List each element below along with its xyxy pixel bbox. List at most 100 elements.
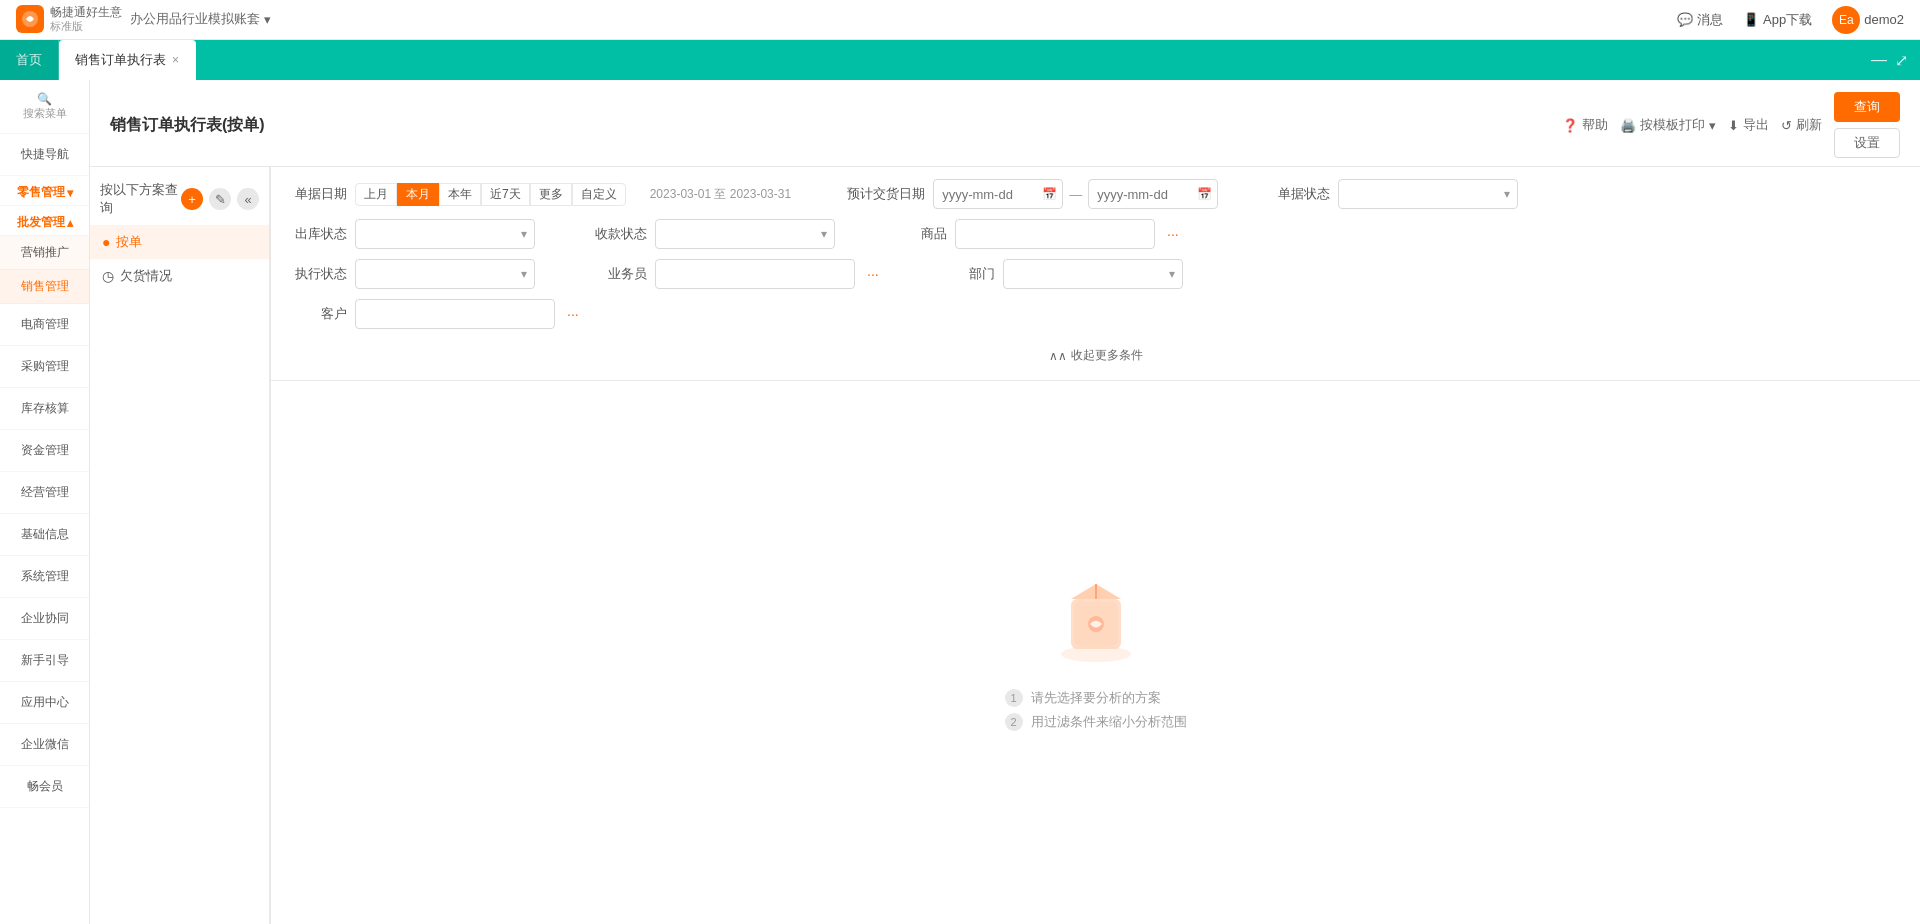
receipt-select[interactable]: 全部 未收款 部分收款 完全收款 <box>655 219 835 249</box>
help-label: 帮助 <box>1582 116 1608 134</box>
expected-date-label: 预计交货日期 <box>847 185 925 203</box>
top-bar: 畅捷通好生意 标准版 办公用品行业模拟账套 ▾ 💬 消息 📱 App下载 Ea <box>0 0 1920 40</box>
tab-home[interactable]: 首页 <box>0 40 59 80</box>
collapse-scheme-btn[interactable]: « <box>237 188 259 210</box>
outbound-select[interactable]: 全部 未出库 部分出库 完全出库 <box>355 219 535 249</box>
print-icon: 🖨️ <box>1620 118 1636 133</box>
refresh-btn[interactable]: ↺ 刷新 <box>1781 116 1822 134</box>
expected-date-from[interactable] <box>933 179 1063 209</box>
scheme-item-shortage[interactable]: ◷ 欠货情况 <box>90 259 269 293</box>
user-area[interactable]: Ea demo2 <box>1832 6 1904 34</box>
salesperson-ellipsis-btn[interactable]: ··· <box>863 266 883 282</box>
tip-num-2: 2 <box>1005 713 1023 731</box>
top-bar-right: 💬 消息 📱 App下载 Ea demo2 <box>1677 6 1904 34</box>
expected-date-from-wrapper <box>933 179 1063 209</box>
empty-state: 1 请先选择要分析的方案 2 用过滤条件来缩小分析范围 <box>271 381 1920 924</box>
sidebar-item-corp[interactable]: 企业协同 <box>0 598 89 640</box>
sidebar-item-sales[interactable]: 销售管理 <box>0 270 89 304</box>
date-range-text: 2023-03-01 至 2023-03-31 <box>650 187 791 201</box>
department-select[interactable] <box>1003 259 1183 289</box>
page-area: 销售订单执行表(按单) ❓ 帮助 🖨️ 按模板打印 ▾ ⬇ 导出 <box>90 80 1920 924</box>
tab-actions: — ⤢ <box>1859 51 1920 70</box>
sidebar-item-inventory[interactable]: 库存核算 <box>0 388 89 430</box>
tab-maximize-btn[interactable]: ⤢ <box>1895 51 1908 70</box>
date-separator: — <box>1069 187 1082 202</box>
export-btn[interactable]: ⬇ 导出 <box>1728 116 1769 134</box>
wechat-label: 企业微信 <box>21 737 69 751</box>
settings-button[interactable]: 设置 <box>1834 128 1900 158</box>
inventory-label: 库存核算 <box>21 401 69 415</box>
help-btn[interactable]: ❓ 帮助 <box>1562 116 1608 134</box>
sidebar-item-ecommerce[interactable]: 电商管理 <box>0 304 89 346</box>
date-range-text-wrapper: 2023-03-01 至 2023-03-31 <box>650 186 791 203</box>
member-label: 畅会员 <box>27 779 63 793</box>
goods-ellipsis-btn[interactable]: ··· <box>1163 226 1183 242</box>
right-content: 单据日期 上月 本月 本年 近7天 更多 自定义 <box>271 167 1920 924</box>
main-content: 🔍 搜索菜单 快捷导航 零售管理 ▾ 批发管理 ▴ 营销推广 <box>0 80 1920 924</box>
date-label: 单据日期 <box>291 185 347 203</box>
scheme-item-order[interactable]: ● 按单 <box>90 225 269 259</box>
date-btn-7days[interactable]: 近7天 <box>481 183 530 206</box>
sidebar-retail[interactable]: 零售管理 ▾ <box>0 176 89 206</box>
tab-close-icon[interactable]: × <box>172 53 179 67</box>
avatar-text: Ea <box>1839 13 1854 27</box>
top-bar-left: 畅捷通好生意 标准版 办公用品行业模拟账套 ▾ <box>16 5 271 34</box>
tab-minimize-btn[interactable]: — <box>1871 51 1887 69</box>
sidebar-item-member[interactable]: 畅会员 <box>0 766 89 808</box>
scheme-order-icon: ● <box>102 234 110 250</box>
filter-execution: 执行状态 全部 执行中 已完成 <box>291 259 535 289</box>
execution-select[interactable]: 全部 执行中 已完成 <box>355 259 535 289</box>
sidebar-item-marketing[interactable]: 营销推广 <box>0 236 89 270</box>
sidebar-search-label: 搜索菜单 <box>4 106 85 121</box>
status-select[interactable]: 全部 待审核 已审核 已完成 已作废 <box>1338 179 1518 209</box>
salesperson-input[interactable] <box>655 259 855 289</box>
filter-outbound: 出库状态 全部 未出库 部分出库 完全出库 <box>291 219 535 249</box>
collapse-btn[interactable]: ∧∧ 收起更多条件 <box>1049 347 1143 364</box>
message-btn[interactable]: 💬 消息 <box>1677 11 1723 29</box>
logo-area: 畅捷通好生意 标准版 <box>16 5 122 34</box>
operation-label: 经营管理 <box>21 485 69 499</box>
query-button[interactable]: 查询 <box>1834 92 1900 122</box>
sidebar-item-system[interactable]: 系统管理 <box>0 556 89 598</box>
sidebar-wholesale[interactable]: 批发管理 ▴ <box>0 206 89 236</box>
sidebar-item-finance[interactable]: 资金管理 <box>0 430 89 472</box>
edit-scheme-btn[interactable]: ✎ <box>209 188 231 210</box>
tab-active[interactable]: 销售订单执行表 × <box>59 40 196 80</box>
sidebar-item-apps[interactable]: 应用中心 <box>0 682 89 724</box>
expected-date-to[interactable] <box>1088 179 1218 209</box>
print-btn[interactable]: 🖨️ 按模板打印 ▾ <box>1620 116 1716 134</box>
query-btn-group: 查询 设置 <box>1834 92 1900 158</box>
scheme-order-label: 按单 <box>116 233 142 251</box>
left-panel-icons: + ✎ « <box>181 188 259 210</box>
logo-text: 畅捷通好生意 <box>50 5 122 19</box>
left-panel: 按以下方案查询 + ✎ « ● 按单 ◷ 欠货情况 <box>90 167 270 924</box>
filter-salesperson: 业务员 ··· <box>591 259 883 289</box>
sidebar-item-newbie[interactable]: 新手引导 <box>0 640 89 682</box>
execution-label: 执行状态 <box>291 265 347 283</box>
date-btn-this-month[interactable]: 本月 <box>397 183 439 206</box>
app-download-btn[interactable]: 📱 App下载 <box>1743 11 1812 29</box>
date-btn-last-month[interactable]: 上月 <box>355 183 397 206</box>
sidebar-quicknav[interactable]: 快捷导航 <box>0 134 89 176</box>
date-btn-custom[interactable]: 自定义 <box>572 183 626 206</box>
sidebar-item-basic[interactable]: 基础信息 <box>0 514 89 556</box>
scheme-shortage-icon: ◷ <box>102 268 114 284</box>
date-btn-more[interactable]: 更多 <box>530 183 572 206</box>
newbie-label: 新手引导 <box>21 653 69 667</box>
goods-input[interactable] <box>955 219 1155 249</box>
customer-ellipsis-btn[interactable]: ··· <box>563 306 583 322</box>
status-select-wrapper: 全部 待审核 已审核 已完成 已作废 <box>1338 179 1518 209</box>
logo-sub: 标准版 <box>50 19 122 34</box>
header-actions: ❓ 帮助 🖨️ 按模板打印 ▾ ⬇ 导出 ↺ 刷新 <box>1562 92 1900 158</box>
customer-input[interactable] <box>355 299 555 329</box>
outbound-select-wrapper: 全部 未出库 部分出库 完全出库 <box>355 219 535 249</box>
add-scheme-btn[interactable]: + <box>181 188 203 210</box>
app-download-label: App下载 <box>1763 11 1812 29</box>
sidebar-search[interactable]: 🔍 搜索菜单 <box>0 80 89 134</box>
filter-date: 单据日期 上月 本月 本年 近7天 更多 自定义 <box>291 183 626 206</box>
sidebar-item-wechat[interactable]: 企业微信 <box>0 724 89 766</box>
sidebar-item-purchase[interactable]: 采购管理 <box>0 346 89 388</box>
app-icon: 📱 <box>1743 12 1759 27</box>
sidebar-item-operation[interactable]: 经营管理 <box>0 472 89 514</box>
date-btn-this-year[interactable]: 本年 <box>439 183 481 206</box>
